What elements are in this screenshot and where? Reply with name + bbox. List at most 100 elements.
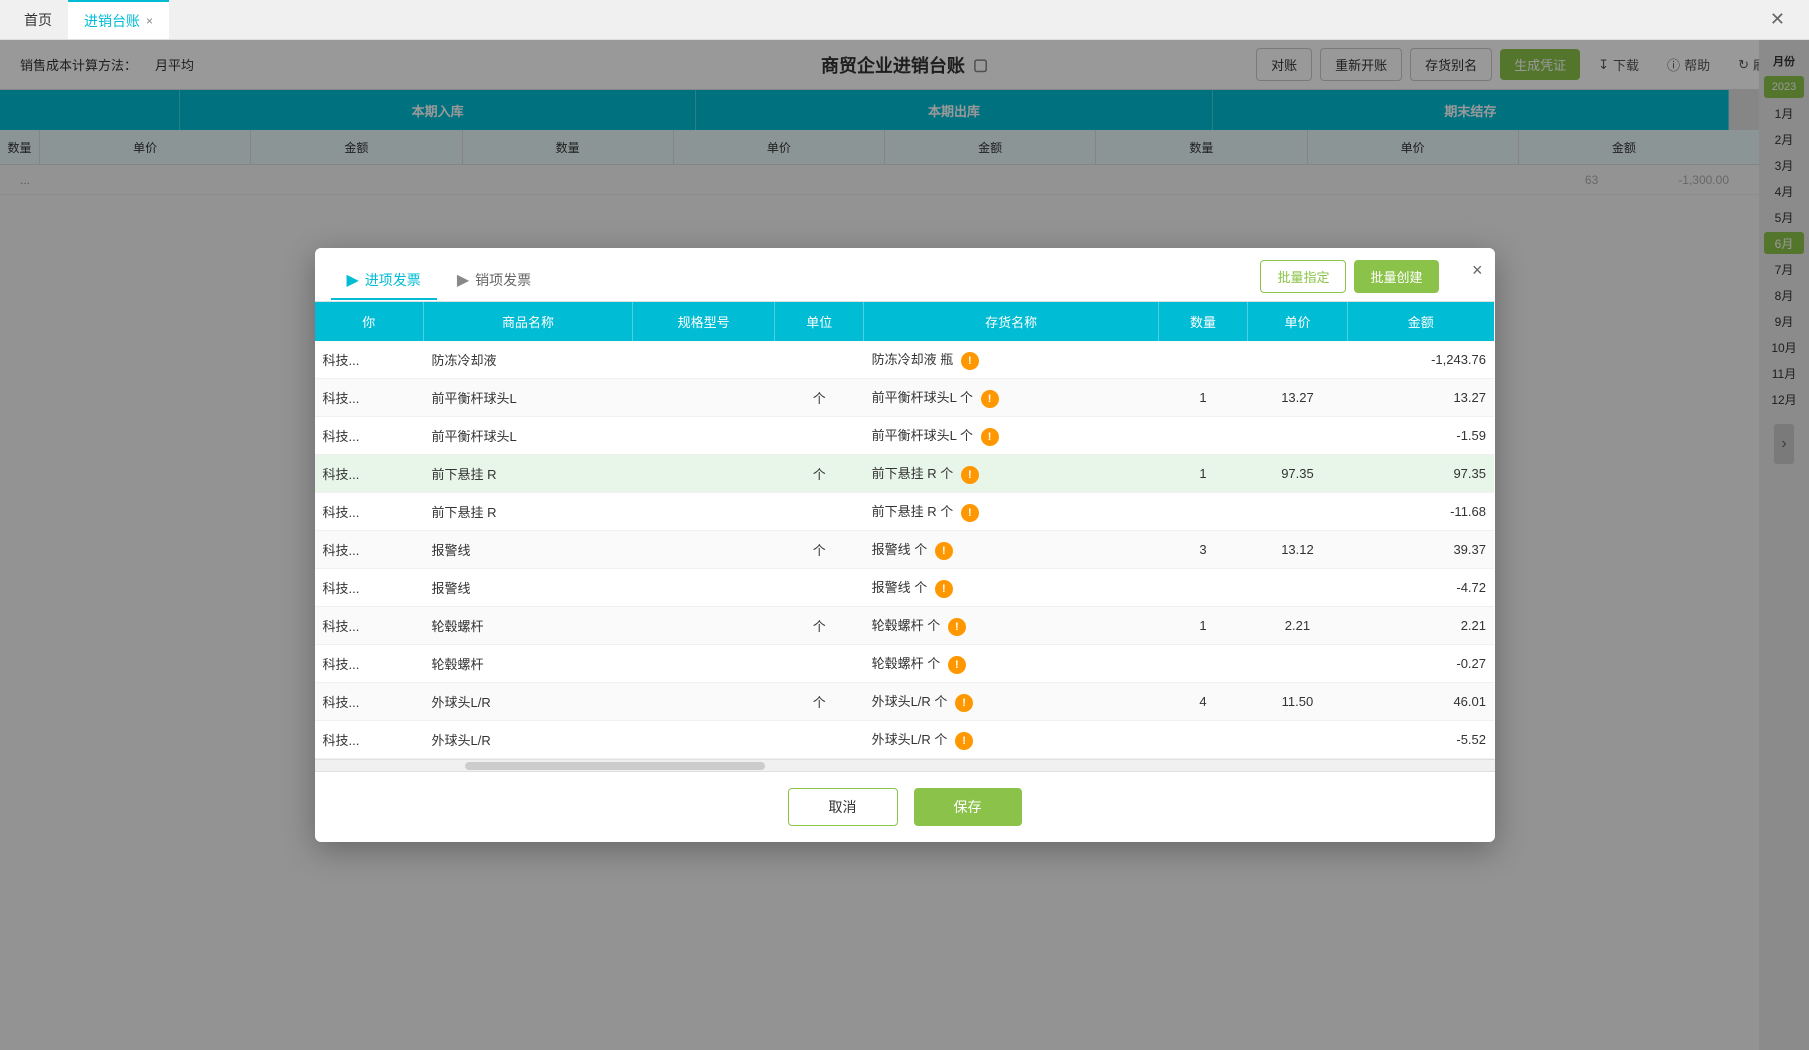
table-row[interactable]: 科技... 前下悬挂 R 前下悬挂 R 个 ! -11.68 [315, 493, 1495, 531]
cell-spec [632, 645, 774, 683]
cell-qty: 1 [1159, 379, 1248, 417]
tab-home[interactable]: 首页 [8, 0, 68, 39]
batch-assign-button[interactable]: 批量指定 [1260, 260, 1346, 293]
cell-product: 前平衡杆球头L [424, 379, 633, 417]
cell-inventory: 前平衡杆球头L 个 ! [864, 379, 1159, 417]
modal-footer: 取消 保存 [315, 771, 1495, 842]
col-product-name: 商品名称 [424, 302, 633, 341]
cell-spec [632, 683, 774, 721]
cell-price: 13.12 [1247, 531, 1347, 569]
cell-inventory: 前下悬挂 R 个 ! [864, 455, 1159, 493]
tab-outgoing-invoice[interactable]: ▶ 销项发票 [441, 262, 547, 300]
cell-amount: 97.35 [1348, 455, 1494, 493]
cell-unit [775, 645, 864, 683]
cell-inventory: 外球头L/R 个 ! [864, 683, 1159, 721]
table-row[interactable]: 科技... 轮毂螺杆 轮毂螺杆 个 ! -0.27 [315, 645, 1495, 683]
col-inventory-name: 存货名称 [864, 302, 1159, 341]
cell-product: 轮毂螺杆 [424, 645, 633, 683]
warning-icon: ! [961, 352, 979, 370]
cell-supplier: 科技... [315, 455, 424, 493]
cell-product: 外球头L/R [424, 683, 633, 721]
table-row[interactable]: 科技... 外球头L/R 外球头L/R 个 ! -5.52 [315, 721, 1495, 759]
main-area: 销售成本计算方法： 月平均 商贸企业进销台账 ▢ 对账 重新开账 存货别名 生成… [0, 40, 1809, 1050]
cell-spec [632, 455, 774, 493]
cell-price [1247, 341, 1347, 379]
cell-qty: 1 [1159, 607, 1248, 645]
cell-unit: 个 [775, 455, 864, 493]
table-row[interactable]: 科技... 报警线 报警线 个 ! -4.72 [315, 569, 1495, 607]
invoice-table-body: 科技... 防冻冷却液 防冻冷却液 瓶 ! -1,243.76 科技... 前平… [315, 341, 1495, 759]
tab-incoming-invoice[interactable]: ▶ 进项发票 [331, 262, 437, 300]
warning-icon: ! [961, 504, 979, 522]
col-amount: 金额 [1348, 302, 1494, 341]
warning-icon: ! [981, 428, 999, 446]
cell-qty: 3 [1159, 531, 1248, 569]
warning-icon: ! [955, 732, 973, 750]
cancel-button[interactable]: 取消 [788, 788, 898, 826]
tab-bar-right: ✕ [1770, 9, 1801, 30]
table-row[interactable]: 科技... 报警线 个 报警线 个 ! 3 13.12 39.37 [315, 531, 1495, 569]
modal-header-buttons: 批量指定 批量创建 [1260, 260, 1478, 301]
table-row[interactable]: 科技... 前平衡杆球头L 个 前平衡杆球头L 个 ! 1 13.27 13.2… [315, 379, 1495, 417]
col-qty: 数量 [1159, 302, 1248, 341]
cell-supplier: 科技... [315, 607, 424, 645]
cell-inventory: 轮毂螺杆 个 ! [864, 645, 1159, 683]
cell-spec [632, 607, 774, 645]
table-row[interactable]: 科技... 轮毂螺杆 个 轮毂螺杆 个 ! 1 2.21 2.21 [315, 607, 1495, 645]
cell-spec [632, 569, 774, 607]
modal-scrollbar[interactable] [315, 759, 1495, 771]
cell-unit [775, 417, 864, 455]
cell-price: 2.21 [1247, 607, 1347, 645]
cell-price: 13.27 [1247, 379, 1347, 417]
tab-active-label: 进销台账 [84, 11, 140, 31]
cell-qty [1159, 493, 1248, 531]
cell-qty: 1 [1159, 455, 1248, 493]
cell-unit: 个 [775, 683, 864, 721]
cell-qty [1159, 417, 1248, 455]
cell-spec [632, 417, 774, 455]
tab-active[interactable]: 进销台账 × [68, 0, 169, 39]
save-button[interactable]: 保存 [914, 788, 1022, 826]
batch-create-button[interactable]: 批量创建 [1354, 260, 1438, 293]
cell-unit [775, 569, 864, 607]
cell-price [1247, 721, 1347, 759]
cell-product: 报警线 [424, 569, 633, 607]
modal-table-wrap[interactable]: 你 商品名称 规格型号 单位 存货名称 数量 单价 金额 科技... [315, 302, 1495, 759]
cell-price [1247, 569, 1347, 607]
window-close-button[interactable]: ✕ [1770, 9, 1785, 30]
incoming-invoice-label: 进项发票 [365, 270, 421, 290]
cell-amount: -0.27 [1348, 645, 1494, 683]
modal-overlay: ▶ 进项发票 ▶ 销项发票 批量指定 批量创建 × [0, 40, 1809, 1050]
table-header: 你 商品名称 规格型号 单位 存货名称 数量 单价 金额 [315, 302, 1495, 341]
cell-supplier: 科技... [315, 379, 424, 417]
cell-supplier: 科技... [315, 569, 424, 607]
table-row[interactable]: 科技... 前下悬挂 R 个 前下悬挂 R 个 ! 1 97.35 97.35 [315, 455, 1495, 493]
cell-product: 报警线 [424, 531, 633, 569]
modal-close-button[interactable]: × [1472, 260, 1483, 281]
col-unit: 单位 [775, 302, 864, 341]
table-row[interactable]: 科技... 防冻冷却液 防冻冷却液 瓶 ! -1,243.76 [315, 341, 1495, 379]
cell-qty [1159, 721, 1248, 759]
cell-amount: -4.72 [1348, 569, 1494, 607]
table-row[interactable]: 科技... 外球头L/R 个 外球头L/R 个 ! 4 11.50 46.01 [315, 683, 1495, 721]
cell-qty: 4 [1159, 683, 1248, 721]
cell-supplier: 科技... [315, 341, 424, 379]
warning-icon: ! [955, 694, 973, 712]
tab-close-icon[interactable]: × [146, 14, 153, 28]
warning-icon: ! [948, 618, 966, 636]
cell-spec [632, 379, 774, 417]
cell-qty [1159, 645, 1248, 683]
cell-product: 轮毂螺杆 [424, 607, 633, 645]
cell-product: 防冻冷却液 [424, 341, 633, 379]
cell-inventory: 轮毂螺杆 个 ! [864, 607, 1159, 645]
cell-unit [775, 493, 864, 531]
tab-home-label: 首页 [24, 10, 52, 30]
warning-icon: ! [935, 580, 953, 598]
table-row[interactable]: 科技... 前平衡杆球头L 前平衡杆球头L 个 ! -1.59 [315, 417, 1495, 455]
cell-spec [632, 721, 774, 759]
cell-amount: 39.37 [1348, 531, 1494, 569]
invoice-table: 你 商品名称 规格型号 单位 存货名称 数量 单价 金额 科技... [315, 302, 1495, 759]
warning-icon: ! [961, 466, 979, 484]
cell-amount: 2.21 [1348, 607, 1494, 645]
cell-supplier: 科技... [315, 721, 424, 759]
